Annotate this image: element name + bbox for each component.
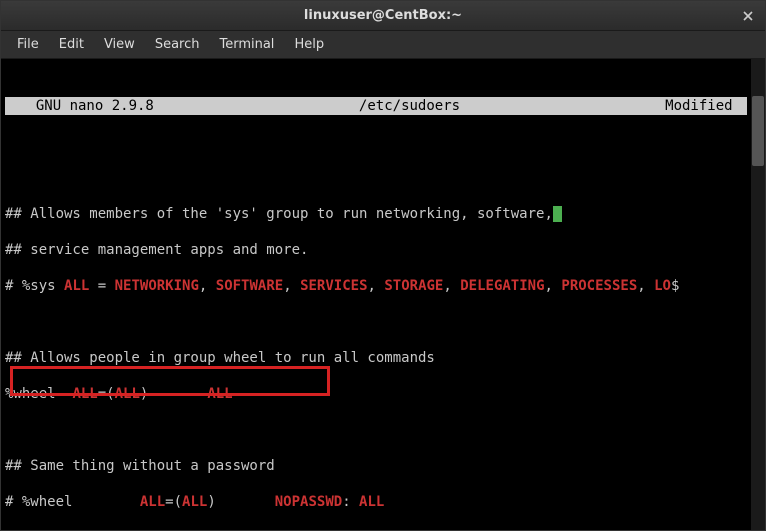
- close-button[interactable]: [737, 5, 759, 27]
- menubar: File Edit View Search Terminal Help: [1, 31, 765, 59]
- editor-line: %wheel ALL=(ALL) ALL: [5, 385, 761, 403]
- nano-status: Modified: [665, 97, 745, 115]
- scrollbar-thumb[interactable]: [752, 96, 764, 166]
- nano-version: GNU nano 2.9.8: [7, 97, 154, 115]
- vertical-scrollbar[interactable]: [751, 59, 765, 530]
- terminal-content[interactable]: GNU nano 2.9.8/etc/sudoersModified ## Al…: [1, 59, 765, 530]
- menu-edit[interactable]: Edit: [49, 33, 94, 56]
- editor-line: ## Allows people in group wheel to run a…: [5, 349, 761, 367]
- editor-line: ## Allows members of the 'sys' group to …: [5, 205, 761, 223]
- nano-header: GNU nano 2.9.8/etc/sudoersModified: [5, 97, 747, 115]
- close-icon: [743, 11, 753, 21]
- nano-filename: /etc/sudoers: [154, 97, 665, 115]
- editor-line: ## service management apps and more.: [5, 241, 761, 259]
- menu-help[interactable]: Help: [284, 33, 334, 56]
- editor-line: # %wheel ALL=(ALL) NOPASSWD: ALL: [5, 493, 761, 511]
- terminal-window: linuxuser@CentBox:~ File Edit View Searc…: [0, 0, 766, 531]
- editor-line: ## Same thing without a password: [5, 457, 761, 475]
- titlebar[interactable]: linuxuser@CentBox:~: [1, 1, 765, 31]
- menu-terminal[interactable]: Terminal: [209, 33, 284, 56]
- menu-search[interactable]: Search: [145, 33, 210, 56]
- editor-line: # %sys ALL = NETWORKING, SOFTWARE, SERVI…: [5, 277, 761, 295]
- menu-file[interactable]: File: [7, 33, 49, 56]
- window-title: linuxuser@CentBox:~: [304, 8, 462, 23]
- menu-view[interactable]: View: [94, 33, 145, 56]
- line-continuation-marker: [553, 206, 562, 222]
